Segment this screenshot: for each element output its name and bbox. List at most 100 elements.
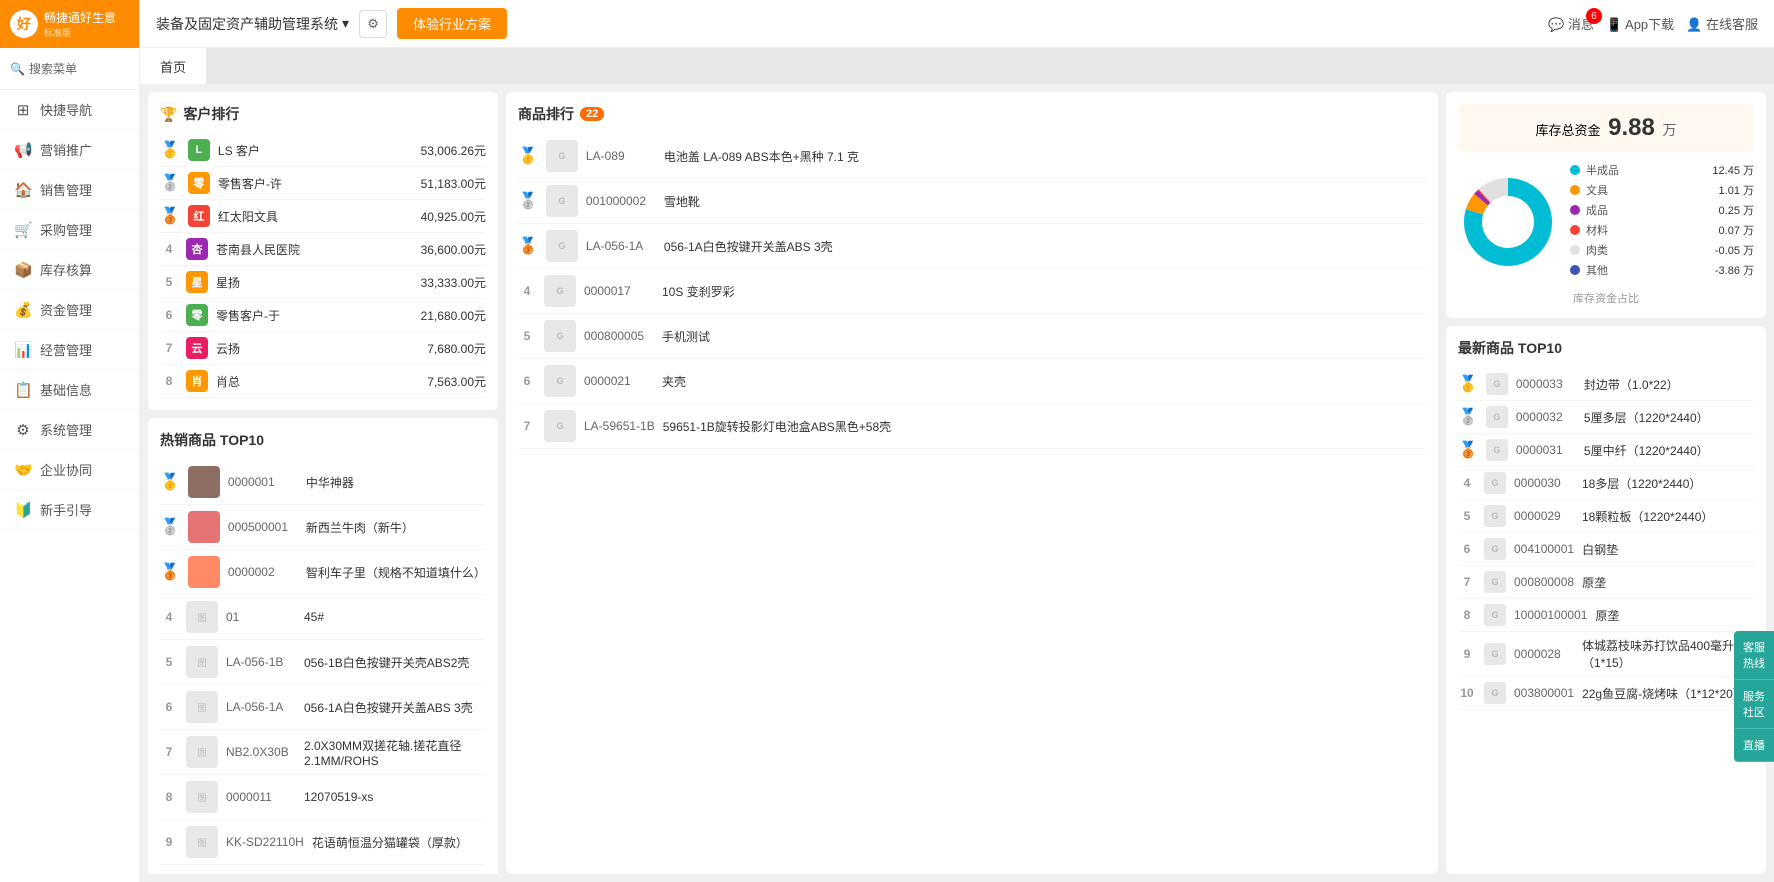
rank-number: 5 bbox=[160, 655, 178, 669]
product-thumbnail: 图 bbox=[186, 691, 218, 723]
trial-button[interactable]: 体验行业方案 bbox=[397, 8, 507, 39]
rank-number: 4 bbox=[160, 242, 178, 256]
product-code: KK-SD22110H bbox=[226, 835, 304, 849]
message-badge[interactable]: 💬 消息 6 bbox=[1548, 14, 1594, 33]
np-thumbnail: G bbox=[1484, 505, 1506, 527]
np-code: 003800001 bbox=[1514, 686, 1574, 700]
topbar: 装备及固定资产辅助管理系统 ▾ ⚙ 体验行业方案 💬 消息 6 📱 App下载 … bbox=[140, 0, 1774, 48]
new-product-item: 10 G 003800001 22g鱼豆腐-烧烤味（1*12*20） bbox=[1458, 677, 1754, 710]
np-name: 封边带（1.0*22） bbox=[1584, 376, 1754, 393]
sidebar-item-guide[interactable]: 🔰 新手引导 bbox=[0, 490, 139, 530]
mid-product-item: 🥉 G LA-056-1A 056-1A白色按键开关盖ABS 3壳 bbox=[518, 224, 1426, 269]
np-thumbnail: G bbox=[1484, 643, 1506, 665]
legend-name: 材料 bbox=[1586, 222, 1713, 238]
float-btn[interactable]: 直播 bbox=[1734, 729, 1774, 762]
sidebar-item-system[interactable]: ⚙ 系统管理 bbox=[0, 410, 139, 450]
search-icon: 🔍 bbox=[10, 62, 25, 76]
sidebar-item-inventory[interactable]: 📦 库存核算 bbox=[0, 250, 139, 290]
product-code: 000500001 bbox=[228, 520, 298, 534]
mid-product-item: 🥈 G 001000002 雪地靴 bbox=[518, 179, 1426, 224]
legend-item: 文具 1.01 万 bbox=[1570, 182, 1754, 198]
rank-name: 红太阳文具 bbox=[218, 208, 413, 225]
customer-ranking-title: 🏆 客户排行 bbox=[160, 104, 486, 124]
medal-gold-icon: 🥇 bbox=[160, 140, 180, 160]
float-btn[interactable]: 客服热线 bbox=[1734, 631, 1774, 680]
donut-chart bbox=[1458, 172, 1558, 272]
nav-icon-sales: 🏠 bbox=[14, 181, 32, 199]
sidebar-item-finance[interactable]: 💰 资金管理 bbox=[0, 290, 139, 330]
product-code: 0000011 bbox=[226, 790, 296, 804]
rank-avatar: 肖 bbox=[186, 370, 208, 392]
sidebar-item-enterprise[interactable]: 🤝 企业协同 bbox=[0, 450, 139, 490]
np-name: 原垄 bbox=[1595, 607, 1754, 624]
rank-number: 8 bbox=[160, 374, 178, 388]
rank-item: 🥇 L LS 客户 53,006.26元 bbox=[160, 134, 486, 167]
np-thumbnail: G bbox=[1486, 373, 1508, 395]
app-download-btn[interactable]: 📱 App下载 bbox=[1606, 14, 1674, 33]
np-name: 白钢垫 bbox=[1582, 541, 1754, 558]
nav-label-marketing: 营销推广 bbox=[40, 140, 92, 159]
left-column: 🏆 客户排行 🥇 L LS 客户 53,006.26元🥈 零 零售客户-许 51… bbox=[148, 92, 498, 874]
right-column: 库存总资金 9.88 万 bbox=[1446, 92, 1766, 874]
float-btn[interactable]: 服务社区 bbox=[1734, 680, 1774, 729]
message-count: 6 bbox=[1586, 8, 1602, 24]
sidebar-item-purchase[interactable]: 🛒 采购管理 bbox=[0, 210, 139, 250]
product-code: 01 bbox=[226, 610, 296, 624]
rank-item: 🥉 红 红太阳文具 40,925.00元 bbox=[160, 200, 486, 233]
inventory-chart-label: 库存资金占比 bbox=[1458, 290, 1754, 306]
np-thumbnail: G bbox=[1486, 406, 1508, 428]
sidebar-search-section[interactable]: 🔍 搜索菜单 bbox=[0, 48, 139, 90]
settings-button[interactable]: ⚙ bbox=[359, 10, 387, 38]
legend-item: 成品 0.25 万 bbox=[1570, 202, 1754, 218]
inventory-legend: 半成品 12.45 万 文具 1.01 万 成品 0.25 万 材料 0.07 … bbox=[1570, 162, 1754, 282]
app-download-label: App下载 bbox=[1625, 17, 1674, 32]
new-product-item: 🥇 G 0000033 封边带（1.0*22） bbox=[1458, 368, 1754, 401]
sidebar-item-basic-info[interactable]: 📋 基础信息 bbox=[0, 370, 139, 410]
sidebar-item-marketing[interactable]: 📢 营销推广 bbox=[0, 130, 139, 170]
mid-product-item: 🥇 G LA-089 电池盖 LA-089 ABS本色+黑种 7.1 克 bbox=[518, 134, 1426, 179]
new-products-label: 最新商品 TOP10 bbox=[1458, 338, 1562, 358]
legend-dot bbox=[1570, 185, 1580, 195]
medal-silver-icon: 🥈 bbox=[518, 191, 538, 211]
new-products-card: 最新商品 TOP10 🥇 G 0000033 封边带（1.0*22）🥈 G 00… bbox=[1446, 326, 1766, 874]
sidebar-item-quick-nav[interactable]: ⊞ 快捷导航 bbox=[0, 90, 139, 130]
sidebar-item-sales[interactable]: 🏠 销售管理 bbox=[0, 170, 139, 210]
sidebar-item-operations[interactable]: 📊 经营管理 bbox=[0, 330, 139, 370]
logo-title: 畅捷通好生意 bbox=[44, 9, 116, 26]
new-products-list: 🥇 G 0000033 封边带（1.0*22）🥈 G 0000032 5厘多层（… bbox=[1458, 368, 1754, 710]
legend-dot bbox=[1570, 265, 1580, 275]
np-name: 体城荔枝味苏打饮品400毫升（1*15） bbox=[1582, 637, 1754, 671]
tab-home[interactable]: 首页 bbox=[140, 48, 206, 84]
topbar-right: 💬 消息 6 📱 App下载 👤 在线客服 bbox=[1548, 14, 1758, 33]
nav-icon-inventory: 📦 bbox=[14, 261, 32, 279]
product-code: LA-056-1A bbox=[226, 700, 296, 714]
online-service-btn[interactable]: 👤 在线客服 bbox=[1686, 14, 1758, 33]
rank-name: 肖总 bbox=[216, 373, 419, 390]
hot-product-item: 🥇 0000001 中华神器 bbox=[160, 460, 486, 505]
medal-gold-icon: 🥇 bbox=[518, 146, 538, 166]
product-thumbnail: 图 bbox=[186, 736, 218, 768]
product-code: 001000002 bbox=[586, 194, 656, 208]
new-product-item: 8 G 10000100001 原垄 bbox=[1458, 599, 1754, 632]
logo-badge: 标准版 bbox=[44, 26, 116, 39]
rank-avatar: 零 bbox=[188, 172, 210, 194]
product-ranking-label: 商品排行 bbox=[518, 104, 574, 124]
hot-product-item: 4 图 01 45# bbox=[160, 595, 486, 640]
service-icon: 👤 bbox=[1686, 17, 1702, 32]
nav-icon-basic-info: 📋 bbox=[14, 381, 32, 399]
legend-value: 0.25 万 bbox=[1719, 202, 1754, 218]
mid-product-item: 7 G LA-59651-1B 59651-1B旋转投影灯电池盒ABS黑色+58… bbox=[518, 404, 1426, 449]
search-label: 搜索菜单 bbox=[29, 60, 77, 77]
system-title-dropdown[interactable]: 装备及固定资产辅助管理系统 ▾ bbox=[156, 14, 349, 34]
np-code: 0000028 bbox=[1514, 647, 1574, 661]
legend-dot bbox=[1570, 165, 1580, 175]
inventory-label: 库存总资金 bbox=[1536, 123, 1601, 138]
rank-item: 4 杏 苍南县人民医院 36,600.00元 bbox=[160, 233, 486, 266]
rank-number: 8 bbox=[160, 790, 178, 804]
nav-label-system: 系统管理 bbox=[40, 420, 92, 439]
donut-chart-section: 半成品 12.45 万 文具 1.01 万 成品 0.25 万 材料 0.07 … bbox=[1458, 162, 1754, 282]
search-menu-btn[interactable]: 🔍 搜索菜单 bbox=[10, 56, 129, 81]
rank-avatar: 红 bbox=[188, 205, 210, 227]
customer-ranking-card: 🏆 客户排行 🥇 L LS 客户 53,006.26元🥈 零 零售客户-许 51… bbox=[148, 92, 498, 410]
hot-product-item: 5 图 LA-056-1B 056-1B白色按键开关壳ABS2壳 bbox=[160, 640, 486, 685]
